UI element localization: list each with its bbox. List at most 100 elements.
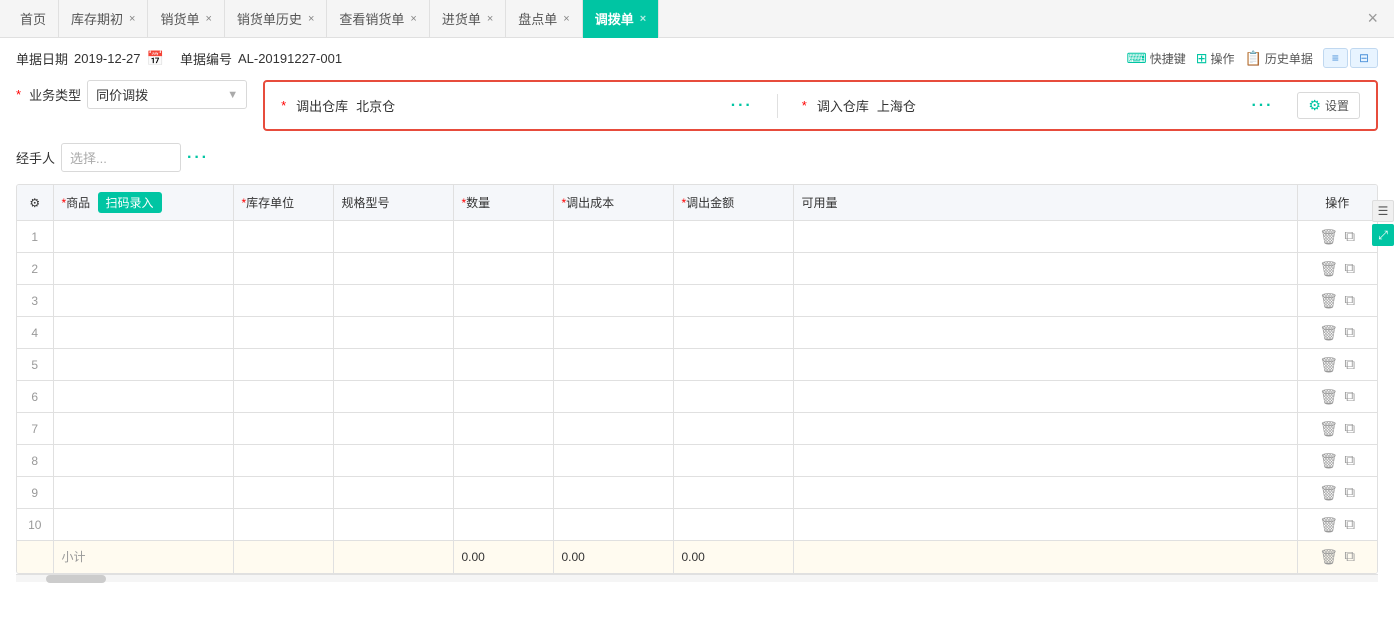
delete-icon-1[interactable]: 🗑 [1319, 228, 1338, 246]
tab-purchase-order[interactable]: 进货单 × [430, 0, 506, 38]
sidebar-expand-icon-btn[interactable]: ⤢ [1372, 224, 1394, 246]
in-warehouse-more-btn[interactable]: ··· [1251, 97, 1273, 115]
row-cost-2[interactable] [553, 253, 673, 285]
row-product-8[interactable] [53, 445, 233, 477]
tab-inventory-init-close[interactable]: × [129, 13, 135, 25]
operations-button[interactable]: ⊞ 操作 [1196, 50, 1235, 67]
row-ops-10[interactable]: 🗑⧉ [1297, 509, 1377, 541]
delete-icon-5[interactable]: 🗑 [1319, 356, 1338, 374]
row-product-7[interactable] [53, 413, 233, 445]
copy-icon-9[interactable]: ⧉ [1344, 484, 1355, 501]
tab-transfer-order[interactable]: 调拨单 × [583, 0, 659, 38]
copy-icon-4[interactable]: ⧉ [1344, 324, 1355, 341]
tab-home[interactable]: 首页 [8, 0, 59, 38]
row-spec-9[interactable] [333, 477, 453, 509]
delete-icon-2[interactable]: 🗑 [1319, 260, 1338, 278]
copy-icon-5[interactable]: ⧉ [1344, 356, 1355, 373]
row-amount-3[interactable] [673, 285, 793, 317]
layout-btn-2[interactable]: ⊟ [1350, 48, 1378, 68]
row-amount-1[interactable] [673, 221, 793, 253]
tab-inventory-check-close[interactable]: × [563, 13, 569, 25]
row-amount-2[interactable] [673, 253, 793, 285]
row-spec-7[interactable] [333, 413, 453, 445]
row-spec-5[interactable] [333, 349, 453, 381]
row-spec-1[interactable] [333, 221, 453, 253]
row-cost-5[interactable] [553, 349, 673, 381]
copy-icon-10[interactable]: ⧉ [1344, 516, 1355, 533]
row-unit-4[interactable] [233, 317, 333, 349]
row-ops-7[interactable]: 🗑⧉ [1297, 413, 1377, 445]
tab-transfer-order-close[interactable]: × [640, 13, 646, 25]
calendar-icon[interactable]: 📅 [147, 50, 164, 67]
delete-icon-6[interactable]: 🗑 [1319, 388, 1338, 406]
row-qty-2[interactable] [453, 253, 553, 285]
row-unit-1[interactable] [233, 221, 333, 253]
row-unit-3[interactable] [233, 285, 333, 317]
row-ops-1[interactable]: 🗑⧉ [1297, 221, 1377, 253]
tab-sales-order[interactable]: 销货单 × [148, 0, 224, 38]
horizontal-scrollbar[interactable] [16, 574, 1378, 582]
row-product-3[interactable] [53, 285, 233, 317]
row-qty-1[interactable] [453, 221, 553, 253]
row-cost-6[interactable] [553, 381, 673, 413]
delete-icon-7[interactable]: 🗑 [1319, 420, 1338, 438]
person-more-btn[interactable]: ··· [187, 149, 209, 167]
delete-icon-9[interactable]: 🗑 [1319, 484, 1338, 502]
row-ops-11[interactable]: 🗑⧉ [1297, 541, 1377, 573]
row-amount-10[interactable] [673, 509, 793, 541]
tab-purchase-order-close[interactable]: × [487, 13, 493, 25]
tab-sales-order-close[interactable]: × [205, 13, 211, 25]
row-product-2[interactable] [53, 253, 233, 285]
row-unit-10[interactable] [233, 509, 333, 541]
row-unit-8[interactable] [233, 445, 333, 477]
row-ops-4[interactable]: 🗑⧉ [1297, 317, 1377, 349]
row-cost-9[interactable] [553, 477, 673, 509]
row-qty-5[interactable] [453, 349, 553, 381]
copy-icon-7[interactable]: ⧉ [1344, 420, 1355, 437]
person-select[interactable]: 选择... [61, 143, 181, 172]
row-amount-8[interactable] [673, 445, 793, 477]
copy-icon-8[interactable]: ⧉ [1344, 452, 1355, 469]
row-unit-7[interactable] [233, 413, 333, 445]
copy-icon-1[interactable]: ⧉ [1344, 228, 1355, 245]
row-spec-2[interactable] [333, 253, 453, 285]
table-settings-icon[interactable]: ⚙ [29, 196, 40, 210]
scrollbar-thumb[interactable] [46, 575, 106, 583]
tab-sales-history[interactable]: 销货单历史 × [225, 0, 327, 38]
row-ops-5[interactable]: 🗑⧉ [1297, 349, 1377, 381]
row-cost-7[interactable] [553, 413, 673, 445]
row-amount-9[interactable] [673, 477, 793, 509]
row-product-4[interactable] [53, 317, 233, 349]
layout-btn-1[interactable]: ≡ [1323, 48, 1348, 68]
row-qty-3[interactable] [453, 285, 553, 317]
row-cost-3[interactable] [553, 285, 673, 317]
row-amount-4[interactable] [673, 317, 793, 349]
row-ops-6[interactable]: 🗑⧉ [1297, 381, 1377, 413]
row-qty-9[interactable] [453, 477, 553, 509]
row-qty-10[interactable] [453, 509, 553, 541]
row-unit-9[interactable] [233, 477, 333, 509]
row-cost-10[interactable] [553, 509, 673, 541]
row-unit-6[interactable] [233, 381, 333, 413]
delete-icon-8[interactable]: 🗑 [1319, 452, 1338, 470]
history-button[interactable]: 📋 历史单据 [1244, 50, 1312, 67]
business-type-select[interactable]: 同价调拨 ▼ [87, 80, 247, 109]
row-product-1[interactable] [53, 221, 233, 253]
row-amount-6[interactable] [673, 381, 793, 413]
copy-icon-6[interactable]: ⧉ [1344, 388, 1355, 405]
copy-icon-2[interactable]: ⧉ [1344, 260, 1355, 277]
row-spec-4[interactable] [333, 317, 453, 349]
row-ops-2[interactable]: 🗑⧉ [1297, 253, 1377, 285]
delete-icon-11[interactable]: 🗑 [1319, 548, 1338, 566]
row-qty-8[interactable] [453, 445, 553, 477]
row-product-9[interactable] [53, 477, 233, 509]
row-amount-7[interactable] [673, 413, 793, 445]
row-ops-3[interactable]: 🗑⧉ [1297, 285, 1377, 317]
settings-button[interactable]: ⚙ 设置 [1297, 92, 1360, 119]
row-unit-5[interactable] [233, 349, 333, 381]
row-cost-8[interactable] [553, 445, 673, 477]
row-product-6[interactable] [53, 381, 233, 413]
row-ops-9[interactable]: 🗑⧉ [1297, 477, 1377, 509]
row-qty-4[interactable] [453, 317, 553, 349]
row-spec-8[interactable] [333, 445, 453, 477]
